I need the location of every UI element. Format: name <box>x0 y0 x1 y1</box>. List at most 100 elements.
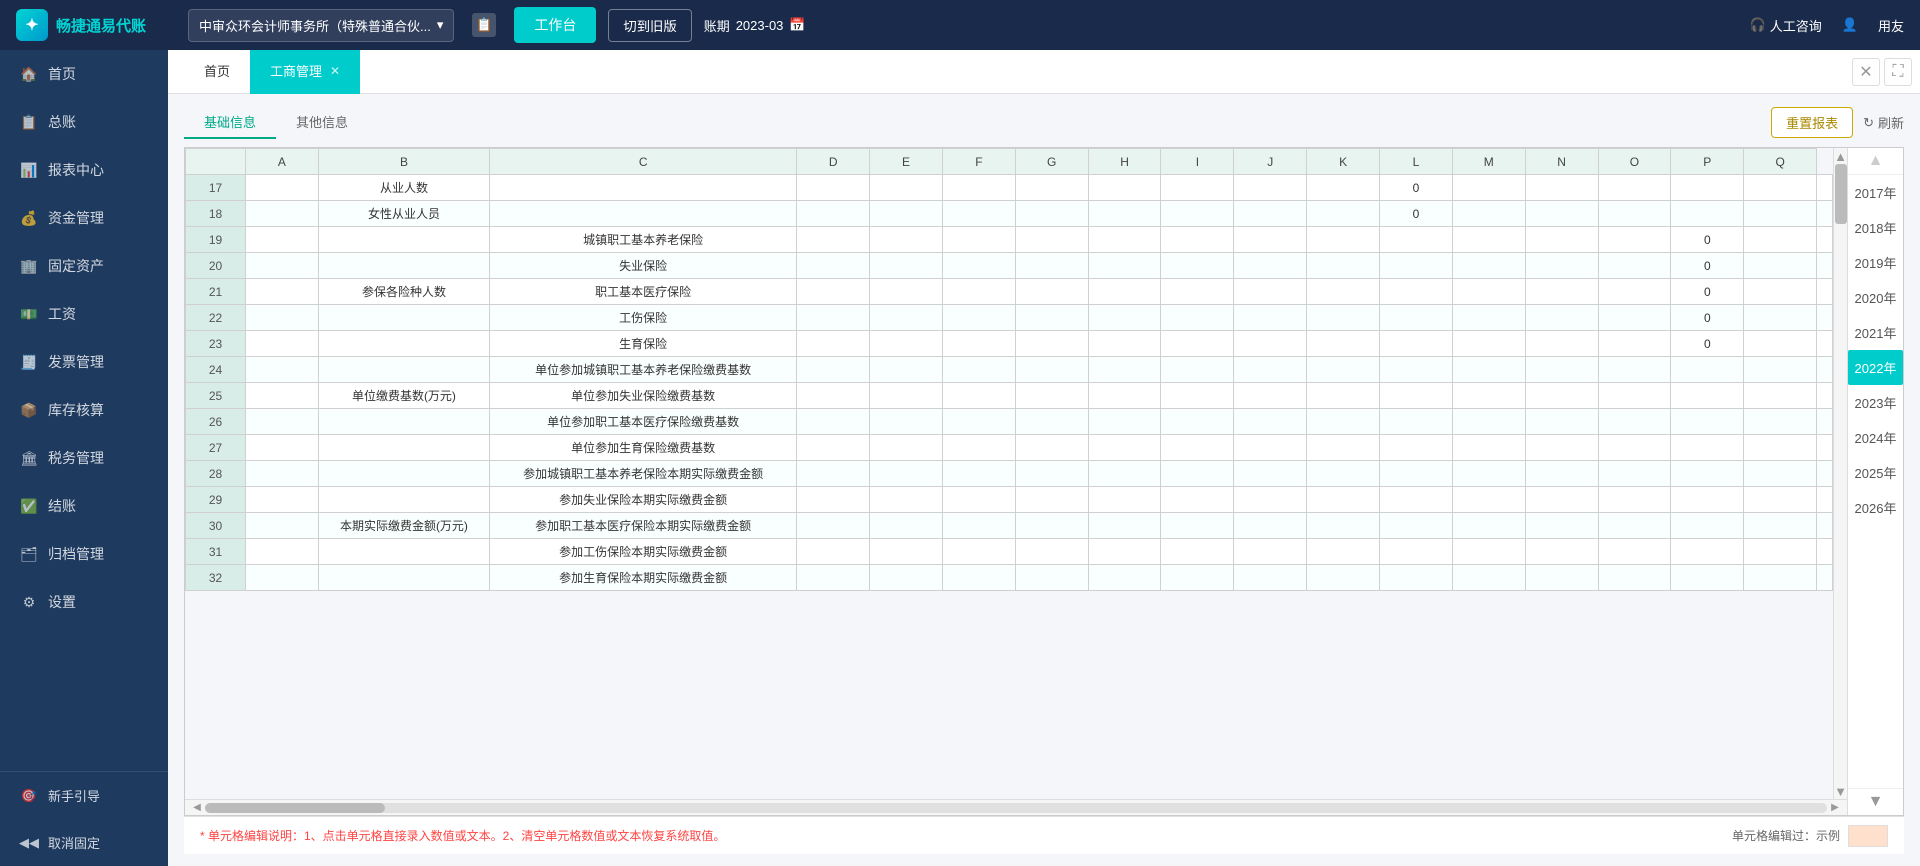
table-cell[interactable] <box>1744 565 1817 591</box>
table-cell[interactable] <box>246 461 319 487</box>
table-cell[interactable] <box>1525 175 1598 201</box>
table-cell[interactable] <box>1234 383 1307 409</box>
table-cell[interactable] <box>1744 487 1817 513</box>
table-cell[interactable] <box>1817 409 1833 435</box>
table-cell[interactable] <box>1234 305 1307 331</box>
table-cell[interactable] <box>1598 305 1671 331</box>
table-cell[interactable] <box>246 227 319 253</box>
table-cell[interactable] <box>246 175 319 201</box>
sidebar-item-reports[interactable]: 📊报表中心 <box>0 146 168 194</box>
table-cell[interactable]: 单位缴费基数(万元) <box>318 383 489 409</box>
table-cell[interactable] <box>870 175 943 201</box>
table-cell[interactable] <box>1380 305 1453 331</box>
table-cell[interactable] <box>1452 279 1525 305</box>
table-cell[interactable] <box>942 201 1015 227</box>
table-cell[interactable] <box>246 513 319 539</box>
table-cell[interactable] <box>1744 409 1817 435</box>
table-cell[interactable] <box>1598 227 1671 253</box>
table-cell[interactable] <box>797 253 870 279</box>
table-cell[interactable] <box>1088 331 1161 357</box>
table-cell[interactable] <box>246 539 319 565</box>
table-cell[interactable] <box>1015 279 1088 305</box>
table-cell[interactable] <box>1525 305 1598 331</box>
table-cell[interactable] <box>1525 461 1598 487</box>
scroll-right-btn[interactable]: ▶ <box>1827 802 1843 814</box>
table-cell[interactable] <box>1525 383 1598 409</box>
table-cell[interactable] <box>870 305 943 331</box>
table-cell[interactable] <box>942 435 1015 461</box>
service-button[interactable]: 🎧 人工咨询 <box>1750 16 1822 35</box>
table-cell[interactable] <box>1744 253 1817 279</box>
table-cell[interactable] <box>1671 513 1744 539</box>
sidebar-item-guide[interactable]: 🎯 新手引导 <box>0 772 168 819</box>
sheet-scroll[interactable]: A B C D E F G H I J <box>185 148 1833 799</box>
table-cell[interactable] <box>1015 539 1088 565</box>
table-cell[interactable] <box>1307 565 1380 591</box>
table-cell[interactable] <box>870 539 943 565</box>
table-cell[interactable] <box>1598 279 1671 305</box>
table-cell[interactable]: 单位参加城镇职工基本养老保险缴费基数 <box>490 357 797 383</box>
table-cell[interactable] <box>1015 331 1088 357</box>
table-cell[interactable] <box>797 513 870 539</box>
table-cell[interactable] <box>797 279 870 305</box>
table-cell[interactable] <box>1234 461 1307 487</box>
table-cell[interactable] <box>1015 305 1088 331</box>
table-cell[interactable] <box>1744 539 1817 565</box>
table-cell[interactable] <box>1744 201 1817 227</box>
table-cell[interactable] <box>1452 357 1525 383</box>
table-cell[interactable] <box>1598 331 1671 357</box>
table-cell[interactable] <box>490 201 797 227</box>
table-cell[interactable] <box>942 331 1015 357</box>
table-cell[interactable] <box>1015 357 1088 383</box>
table-cell[interactable] <box>1015 253 1088 279</box>
year-item-2024年[interactable]: 2024年 <box>1848 420 1903 455</box>
table-cell[interactable] <box>1234 357 1307 383</box>
table-cell[interactable] <box>1452 565 1525 591</box>
table-cell[interactable] <box>1380 565 1453 591</box>
table-cell[interactable] <box>1161 227 1234 253</box>
table-cell[interactable] <box>1525 201 1598 227</box>
table-cell[interactable] <box>797 565 870 591</box>
table-cell[interactable] <box>1307 227 1380 253</box>
horizontal-scrollbar[interactable]: ◀ ▶ <box>185 799 1847 815</box>
table-cell[interactable] <box>1161 201 1234 227</box>
scroll-down-btn[interactable]: ▼ <box>1834 783 1847 799</box>
table-cell[interactable] <box>870 513 943 539</box>
year-down-icon[interactable]: ▼ <box>1868 793 1884 811</box>
year-scroll-up[interactable]: ▲ <box>1848 148 1903 175</box>
table-cell[interactable] <box>797 305 870 331</box>
table-cell[interactable] <box>1817 513 1833 539</box>
table-cell[interactable] <box>1671 565 1744 591</box>
table-cell[interactable] <box>1817 383 1833 409</box>
table-cell[interactable] <box>1525 435 1598 461</box>
year-scroll-down[interactable]: ▼ <box>1848 788 1903 815</box>
table-cell[interactable] <box>1380 539 1453 565</box>
hscroll-track[interactable] <box>205 803 1827 813</box>
table-cell[interactable] <box>1015 175 1088 201</box>
table-cell[interactable] <box>1817 253 1833 279</box>
table-cell[interactable] <box>1161 279 1234 305</box>
table-cell[interactable] <box>1015 201 1088 227</box>
table-cell[interactable] <box>318 227 489 253</box>
table-cell[interactable] <box>490 175 797 201</box>
table-cell[interactable] <box>1598 253 1671 279</box>
table-cell[interactable] <box>1161 383 1234 409</box>
table-cell[interactable] <box>1452 305 1525 331</box>
table-cell[interactable] <box>870 357 943 383</box>
table-cell[interactable]: 从业人数 <box>318 175 489 201</box>
table-cell[interactable] <box>942 227 1015 253</box>
table-cell[interactable] <box>1744 175 1817 201</box>
tab-commerce[interactable]: 工商管理 ✕ <box>250 50 360 94</box>
table-cell[interactable]: 女性从业人员 <box>318 201 489 227</box>
table-cell[interactable] <box>1088 513 1161 539</box>
table-cell[interactable] <box>1234 175 1307 201</box>
table-cell[interactable] <box>1817 279 1833 305</box>
table-cell[interactable] <box>1671 409 1744 435</box>
table-cell[interactable] <box>1817 565 1833 591</box>
sidebar-item-invoice[interactable]: 🧾发票管理 <box>0 338 168 386</box>
table-cell[interactable] <box>1452 201 1525 227</box>
table-cell[interactable] <box>1744 435 1817 461</box>
table-cell[interactable] <box>1307 461 1380 487</box>
table-cell[interactable] <box>1380 461 1453 487</box>
table-cell[interactable] <box>1234 435 1307 461</box>
